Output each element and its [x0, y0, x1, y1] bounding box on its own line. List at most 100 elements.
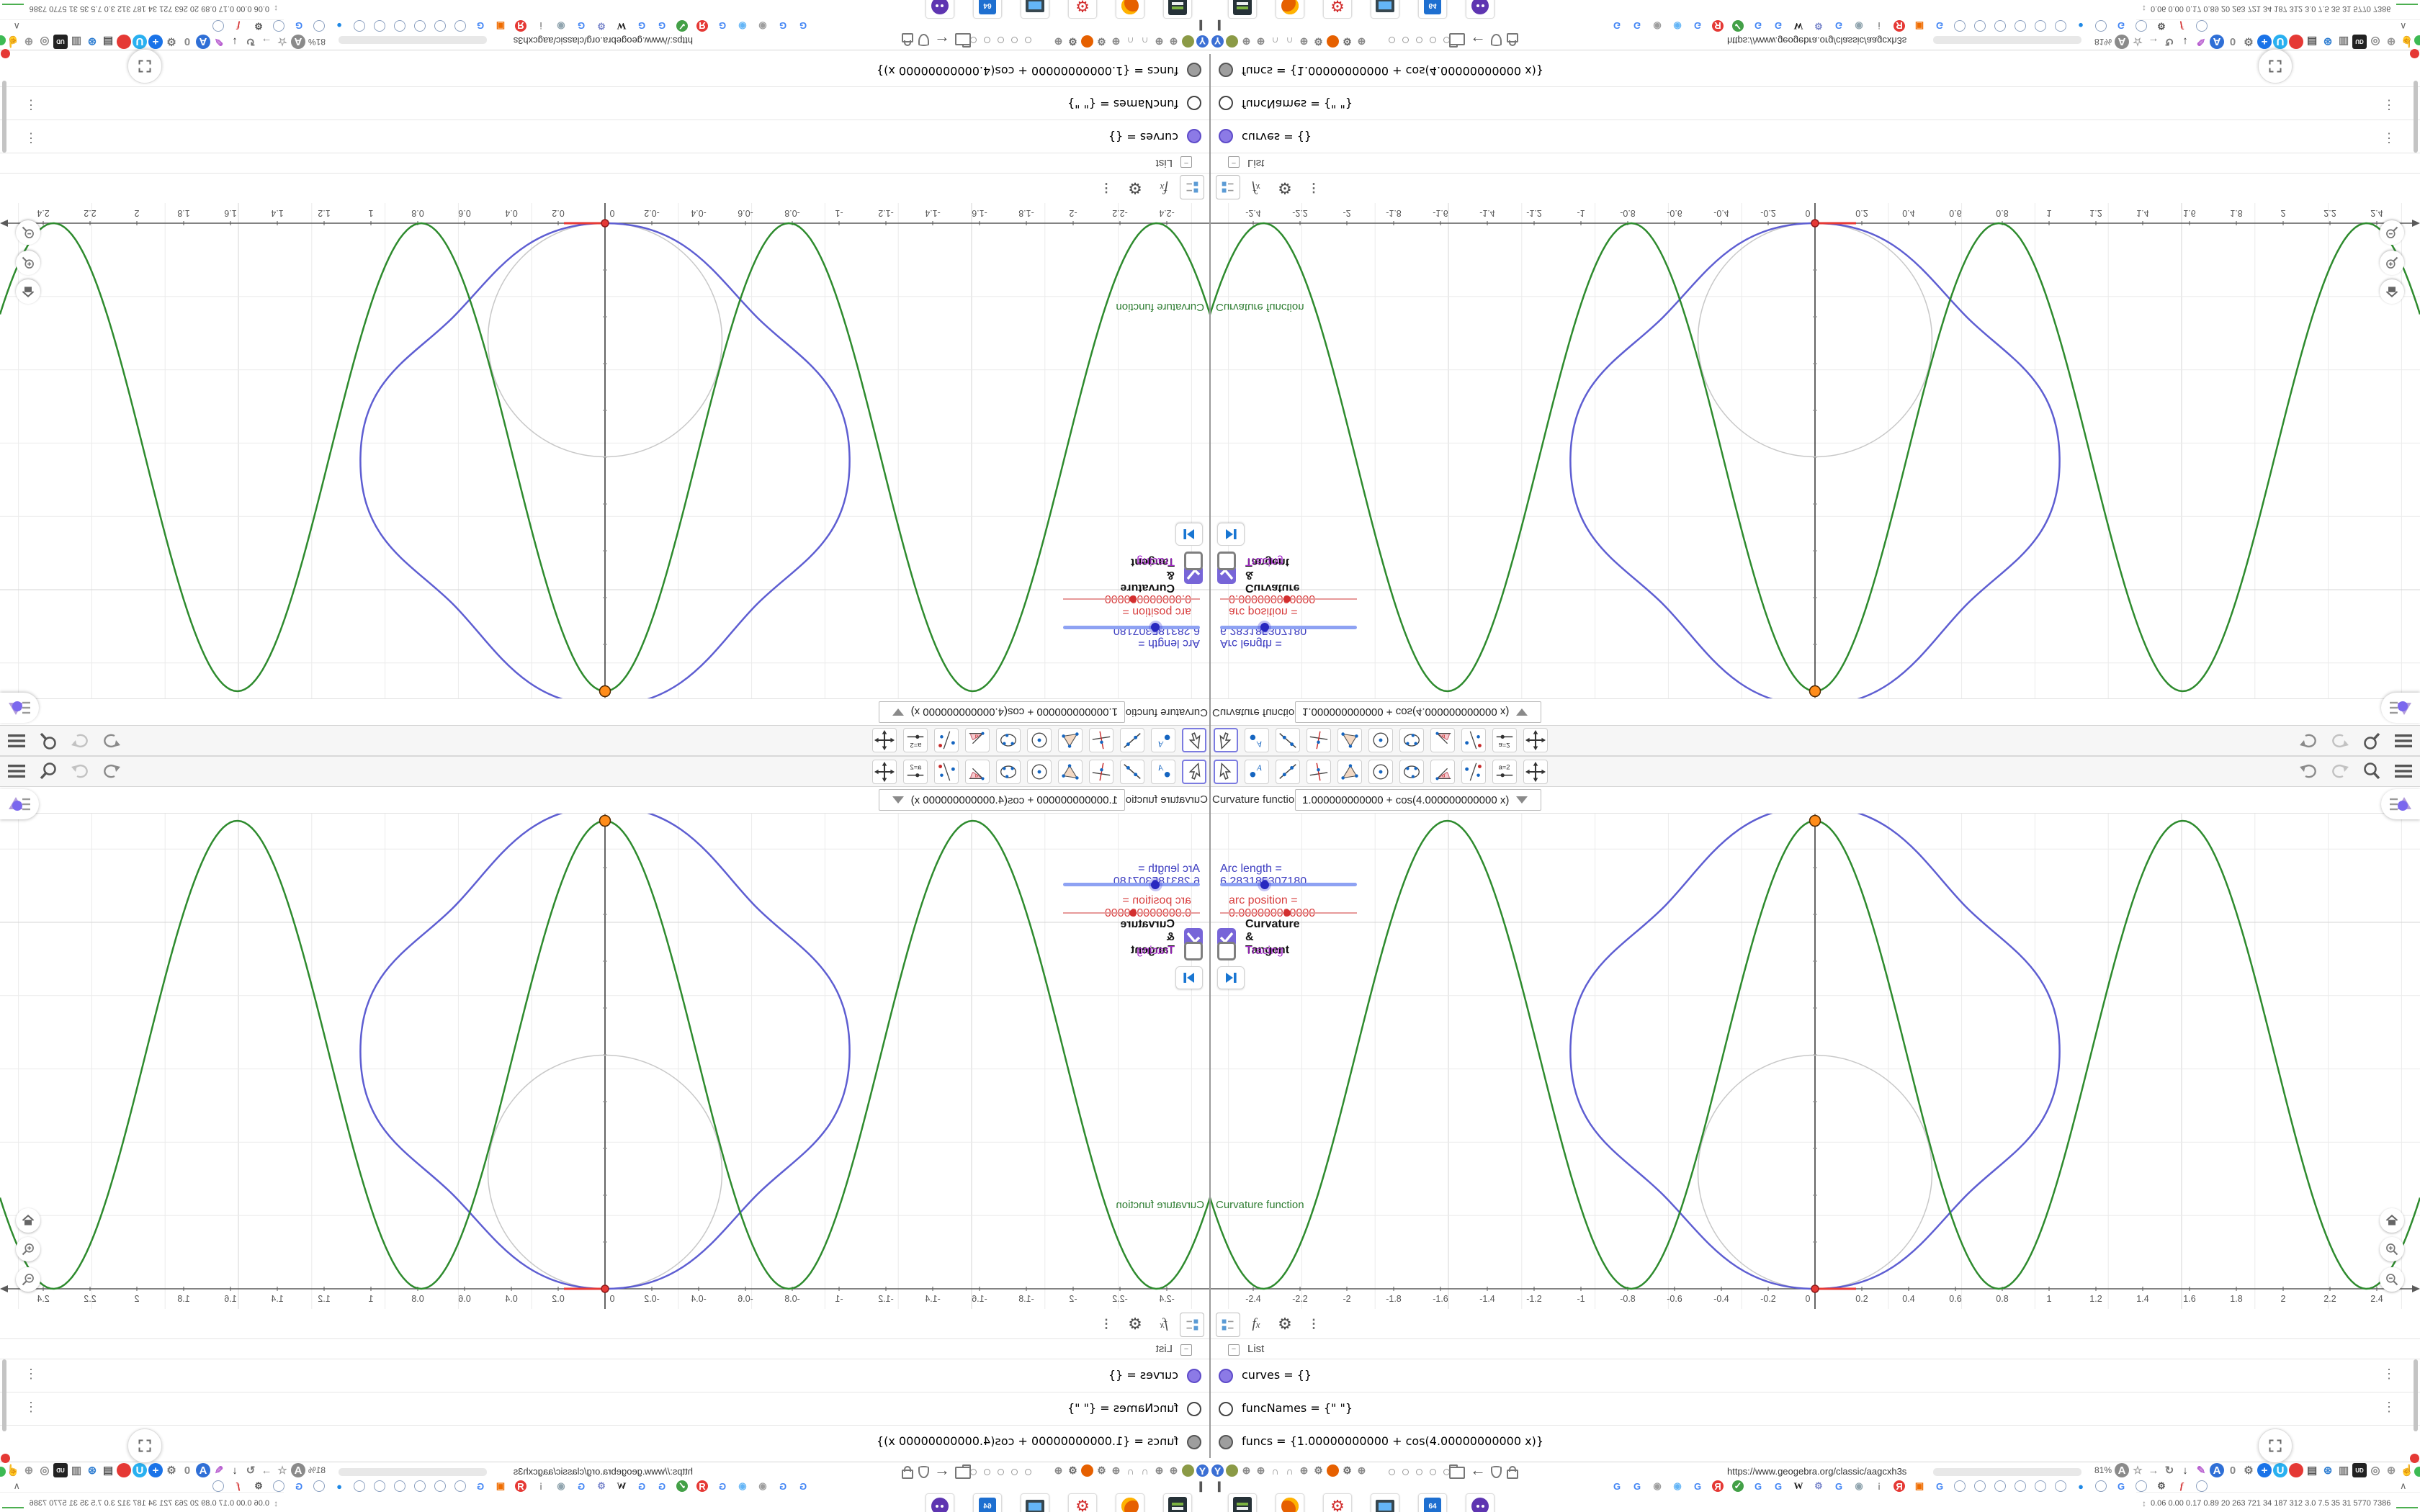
visibility-toggle[interactable]: [1219, 96, 1233, 110]
shield-icon[interactable]: [1491, 1465, 1502, 1478]
tool-reflect-about-line[interactable]: [934, 760, 959, 784]
hook-1-icon[interactable]: ∩: [1139, 1464, 1151, 1477]
function-input-icon[interactable]: fx: [1152, 1313, 1175, 1336]
favicon-google-7[interactable]: G: [1934, 20, 1945, 32]
favicon-yandex-1[interactable]: Я: [696, 1480, 708, 1492]
favicon-wikipedia[interactable]: W: [1793, 20, 1804, 32]
globe-2-icon[interactable]: ⊕: [1255, 35, 1267, 48]
kebab-menu-icon[interactable]: ⋮: [1302, 176, 1325, 199]
favicon-badge-6[interactable]: [2055, 20, 2066, 32]
shield-round-icon[interactable]: ◎: [2368, 35, 2383, 49]
hand-icon[interactable]: ☝: [2400, 1463, 2414, 1477]
favicon-badge-5[interactable]: [374, 1480, 385, 1492]
firefox-icon[interactable]: [1327, 1464, 1339, 1477]
settings-gear-icon[interactable]: ⚙: [164, 1463, 179, 1477]
favicon-dot-blue[interactable]: ●: [2075, 1480, 2087, 1492]
bin-gray-icon[interactable]: ▥: [69, 1463, 84, 1477]
undo-icon[interactable]: [101, 760, 122, 782]
favicon-picture-orange[interactable]: ▣: [495, 20, 506, 32]
favicon-gear-dark[interactable]: ⚙: [253, 1480, 264, 1492]
fullscreen-button[interactable]: [127, 49, 162, 84]
translate-icon[interactable]: A: [195, 1463, 210, 1477]
favicon-badge-4[interactable]: [394, 20, 405, 32]
favicon-google-2[interactable]: G: [777, 1480, 789, 1492]
favicon-badge-8[interactable]: [273, 1480, 284, 1492]
favicon-check-green[interactable]: ✓: [676, 20, 688, 32]
firefox-icon[interactable]: [1081, 1464, 1093, 1477]
tool-reflect-about-line[interactable]: [1461, 728, 1486, 752]
scrollbar[interactable]: [2, 1359, 6, 1431]
record-red-icon[interactable]: [2289, 1463, 2304, 1477]
favicon-badge-8[interactable]: [2136, 1480, 2147, 1492]
wrench-icon[interactable]: ⚙: [1095, 35, 1108, 48]
shield-icon[interactable]: [918, 34, 929, 47]
lock-icon[interactable]: [1507, 1465, 1518, 1479]
favicon-yandex-2[interactable]: Я: [515, 20, 526, 32]
reload-icon[interactable]: ↻: [2162, 1463, 2177, 1477]
globe-gray-icon[interactable]: ⊕: [22, 35, 36, 49]
home-button[interactable]: [2380, 279, 2404, 304]
wrench-icon[interactable]: ⚙: [1312, 35, 1325, 48]
globe-color-icon[interactable]: ⊛: [2321, 1463, 2335, 1477]
tool-reflect-about-line[interactable]: [1461, 760, 1486, 784]
record-red-icon[interactable]: [2289, 35, 2304, 49]
tool-point[interactable]: A: [1151, 760, 1175, 784]
favicon-google-7[interactable]: G: [475, 1480, 486, 1492]
arc-length-slider[interactable]: [1063, 621, 1200, 634]
collapse-icon[interactable]: −: [1180, 1344, 1192, 1356]
scrollbar[interactable]: [2414, 1359, 2418, 1431]
arc-position-slider-thumb[interactable]: [1283, 909, 1291, 917]
tool-point[interactable]: A: [1151, 728, 1175, 752]
curvature-function-dropdown[interactable]: 1.000000000000 + cos(4.000000000000 x): [879, 789, 1125, 811]
edit-pencil-icon[interactable]: ✎: [2194, 35, 2208, 49]
updown-blue-icon[interactable]: U: [2273, 1463, 2288, 1477]
olive-app-icon[interactable]: [1182, 35, 1194, 48]
dock-emulator-64[interactable]: 64: [1418, 0, 1447, 19]
hook-1-icon[interactable]: ∩: [1139, 35, 1151, 48]
ubuntu-badge-icon[interactable]: UD: [53, 1463, 68, 1477]
hook-2-icon[interactable]: ∩: [1283, 1464, 1296, 1477]
algebra-style-icon[interactable]: [1180, 175, 1204, 199]
favicon-disc-gray[interactable]: ◉: [1652, 1480, 1663, 1492]
menu-icon[interactable]: [2393, 730, 2414, 752]
favicon-google-3[interactable]: G: [1692, 20, 1703, 32]
favicon-google-6[interactable]: G: [575, 20, 587, 32]
kebab-menu-icon[interactable]: ⋮: [24, 1400, 37, 1415]
curvature-function-dropdown[interactable]: 1.000000000000 + cos(4.000000000000 x): [1295, 789, 1541, 811]
favicon-badge-4[interactable]: [2015, 20, 2026, 32]
view-switcher-card[interactable]: [0, 693, 39, 723]
favicon-flower-blue[interactable]: ⚙: [596, 20, 607, 32]
search-icon[interactable]: [2361, 760, 2383, 782]
collapse-icon[interactable]: −: [1228, 1344, 1240, 1356]
add-blue-icon[interactable]: +: [148, 35, 163, 49]
tool-line-through-two-points[interactable]: [1276, 728, 1300, 752]
tool-move-graphics-view[interactable]: [1523, 760, 1548, 784]
favicon-badge-3[interactable]: [1994, 1480, 2006, 1492]
home-button[interactable]: [16, 279, 40, 304]
tool-slider[interactable]: a=2: [1492, 728, 1517, 752]
favicon-badge-7[interactable]: [313, 20, 325, 32]
ubuntu-badge-icon[interactable]: UD: [53, 35, 68, 49]
visibility-toggle[interactable]: [1187, 1402, 1201, 1416]
favicon-badge-9[interactable]: [212, 20, 224, 32]
favicon-gear-dark[interactable]: ⚙: [2156, 20, 2167, 32]
reload-icon[interactable]: ↻: [2162, 35, 2177, 49]
favicon-disc-slate[interactable]: ◉: [1853, 20, 1865, 32]
favicon-google-2[interactable]: G: [1631, 1480, 1643, 1492]
curvature-function-dropdown[interactable]: 1.000000000000 + cos(4.000000000000 x): [879, 701, 1125, 723]
kebab-menu-icon[interactable]: ⋮: [1095, 1313, 1118, 1336]
algebra-row-curves[interactable]: curves = {} ⋮: [1210, 120, 2420, 153]
visibility-toggle[interactable]: [1219, 1435, 1233, 1449]
globe-4-icon[interactable]: ⊕: [1355, 35, 1368, 48]
arc-length-slider-thumb[interactable]: [1149, 878, 1162, 891]
arc-position-slider[interactable]: [1063, 595, 1200, 603]
favicon-badge-3[interactable]: [414, 1480, 426, 1492]
redo-icon[interactable]: [2329, 730, 2351, 752]
record-red-icon[interactable]: [116, 1463, 131, 1477]
forward-icon[interactable]: →: [2146, 1463, 2161, 1477]
add-blue-icon[interactable]: +: [2257, 35, 2272, 49]
record-red-icon[interactable]: [116, 35, 131, 49]
function-input-icon[interactable]: fx: [1245, 176, 1268, 199]
updown-blue-icon[interactable]: U: [132, 1463, 147, 1477]
olive-app-icon[interactable]: [1182, 1464, 1194, 1477]
